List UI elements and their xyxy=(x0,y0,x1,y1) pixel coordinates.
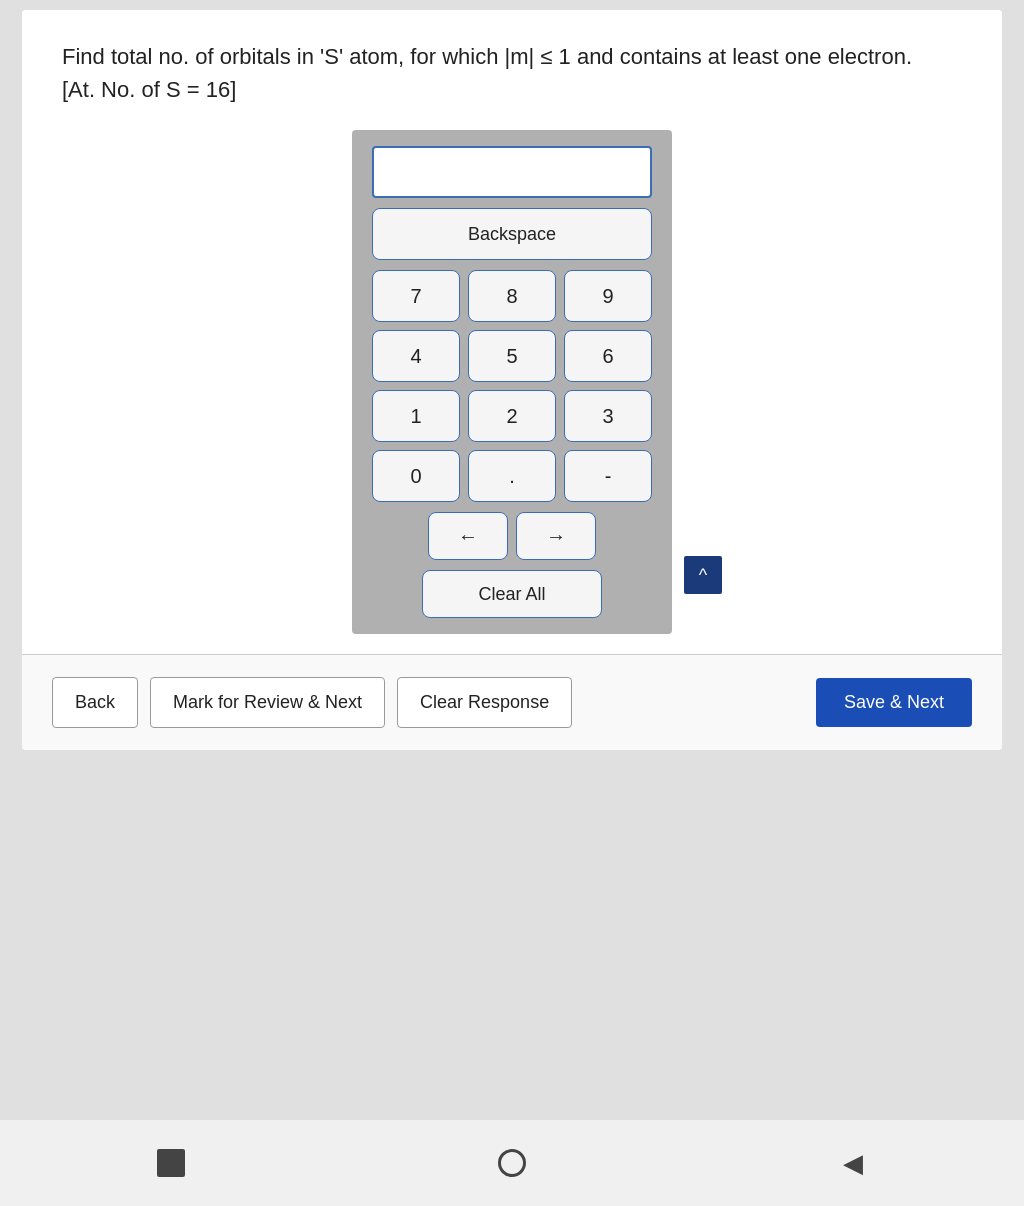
home-square-icon[interactable] xyxy=(156,1148,186,1178)
question-section: Find total no. of orbitals in 'S' atom, … xyxy=(22,10,1002,654)
arrow-right-button[interactable]: → xyxy=(516,512,596,560)
clear-all-button[interactable]: Clear All xyxy=(422,570,602,618)
back-nav-icon[interactable]: ◀ xyxy=(838,1148,868,1178)
action-bar: Back Mark for Review & Next Clear Respon… xyxy=(22,655,1002,750)
decimal-button[interactable]: . xyxy=(468,450,556,502)
backspace-button[interactable]: Backspace xyxy=(372,208,652,260)
scroll-up-button[interactable]: ^ xyxy=(684,556,722,594)
save-next-button[interactable]: Save & Next xyxy=(816,678,972,727)
digit-9-button[interactable]: 9 xyxy=(564,270,652,322)
digit-5-button[interactable]: 5 xyxy=(468,330,556,382)
calculator-area: Backspace 7 8 9 4 5 6 1 2 3 0 . - xyxy=(62,130,962,654)
question-text: Find total no. of orbitals in 'S' atom, … xyxy=(62,40,962,106)
digit-0-button[interactable]: 0 xyxy=(372,450,460,502)
home-circle-icon[interactable] xyxy=(497,1148,527,1178)
arrow-left-button[interactable]: ← xyxy=(428,512,508,560)
number-grid: 7 8 9 4 5 6 1 2 3 0 . - xyxy=(372,270,652,502)
negative-button[interactable]: - xyxy=(564,450,652,502)
calculator-display[interactable] xyxy=(372,146,652,198)
digit-3-button[interactable]: 3 xyxy=(564,390,652,442)
back-button[interactable]: Back xyxy=(52,677,138,728)
calculator: Backspace 7 8 9 4 5 6 1 2 3 0 . - xyxy=(352,130,672,634)
digit-4-button[interactable]: 4 xyxy=(372,330,460,382)
bottom-navigation-bar: ◀ xyxy=(0,1120,1024,1206)
digit-1-button[interactable]: 1 xyxy=(372,390,460,442)
digit-2-button[interactable]: 2 xyxy=(468,390,556,442)
mark-review-button[interactable]: Mark for Review & Next xyxy=(150,677,385,728)
digit-8-button[interactable]: 8 xyxy=(468,270,556,322)
digit-7-button[interactable]: 7 xyxy=(372,270,460,322)
digit-6-button[interactable]: 6 xyxy=(564,330,652,382)
arrow-row: ← → xyxy=(372,512,652,560)
clear-response-button[interactable]: Clear Response xyxy=(397,677,572,728)
